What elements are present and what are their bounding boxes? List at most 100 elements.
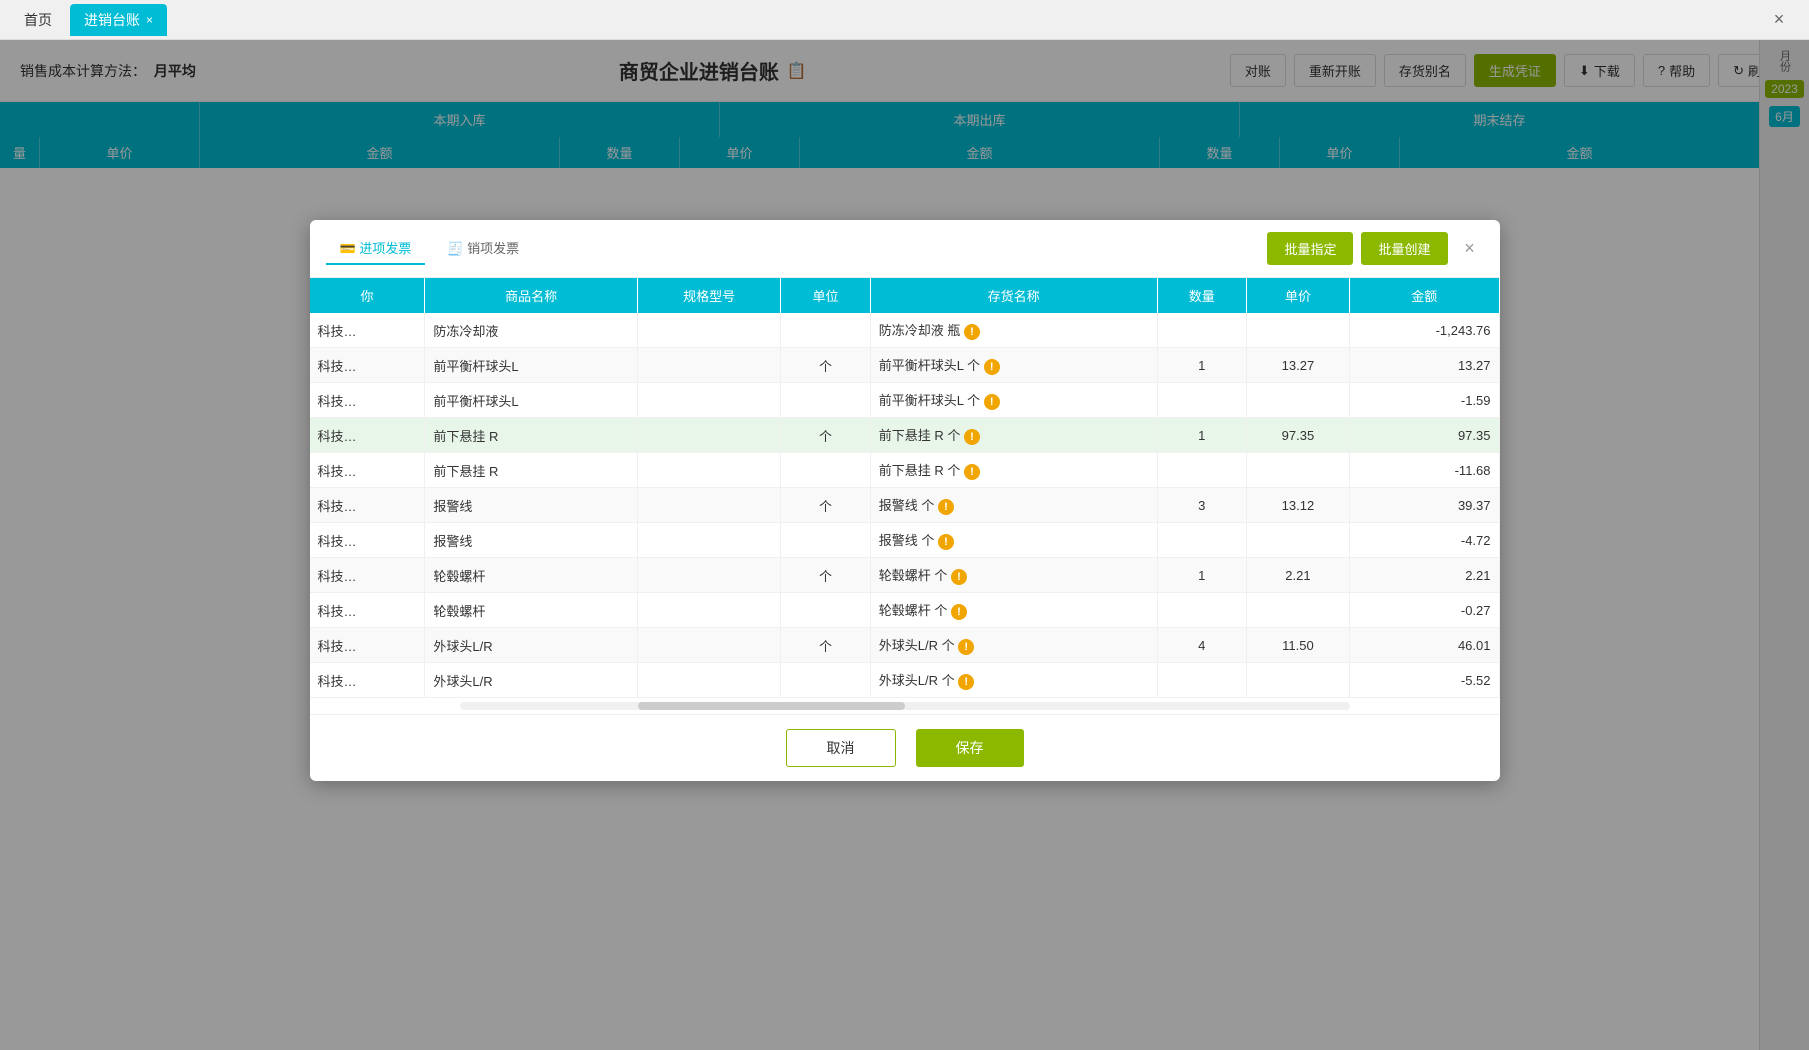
table-row: 科技… 前平衡杆球头L 个 前平衡杆球头L 个 ! 1 13.27 13.27 xyxy=(310,348,1500,383)
cell-price: 97.35 xyxy=(1246,418,1349,453)
cell-amount: -4.72 xyxy=(1349,523,1499,558)
table-row: 科技… 轮毂螺杆 个 轮毂螺杆 个 ! 1 2.21 2.21 xyxy=(310,558,1500,593)
cell-product: 前平衡杆球头L xyxy=(425,348,638,383)
cell-unit: 个 xyxy=(781,488,870,523)
table-row: 科技… 前下悬挂 R 个 前下悬挂 R 个 ! 1 97.35 97.35 xyxy=(310,418,1500,453)
scrollbar-thumb[interactable] xyxy=(638,702,905,710)
cell-price: 2.21 xyxy=(1246,558,1349,593)
cell-price: 11.50 xyxy=(1246,628,1349,663)
cell-spec xyxy=(637,628,780,663)
col-spec: 规格型号 xyxy=(637,278,780,313)
cell-qty: 3 xyxy=(1157,488,1246,523)
cell-company: 科技… xyxy=(310,593,425,628)
modal-close-button[interactable]: × xyxy=(1456,235,1484,263)
cell-unit xyxy=(781,383,870,418)
modal-header: 💳 进项发票 🧾 销项发票 批量指定 批量创建 × xyxy=(310,220,1500,278)
cell-qty xyxy=(1157,663,1246,698)
tab-sale-invoice[interactable]: 🧾 销项发票 xyxy=(433,232,533,265)
cell-product: 防冻冷却液 xyxy=(425,313,638,348)
warning-icon: ! xyxy=(984,394,1000,410)
warning-icon: ! xyxy=(951,604,967,620)
cell-qty xyxy=(1157,383,1246,418)
cancel-button[interactable]: 取消 xyxy=(786,729,896,767)
cell-spec xyxy=(637,418,780,453)
cell-company: 科技… xyxy=(310,488,425,523)
cell-spec xyxy=(637,558,780,593)
cell-unit xyxy=(781,313,870,348)
tab-bar: 首页 进销台账 × × xyxy=(0,0,1809,40)
tab-close-icon[interactable]: × xyxy=(146,13,153,27)
cell-amount: -5.52 xyxy=(1349,663,1499,698)
table-row: 科技… 报警线 个 报警线 个 ! 3 13.12 39.37 xyxy=(310,488,1500,523)
tab-ledger[interactable]: 进销台账 × xyxy=(70,4,167,36)
horizontal-scrollbar[interactable] xyxy=(460,702,1350,710)
cell-qty xyxy=(1157,313,1246,348)
cell-price: 13.27 xyxy=(1246,348,1349,383)
cell-stock: 防冻冷却液 瓶 ! xyxy=(870,313,1157,348)
cell-unit xyxy=(781,523,870,558)
cell-amount: 13.27 xyxy=(1349,348,1499,383)
window-close-button[interactable]: × xyxy=(1759,0,1799,40)
cell-unit xyxy=(781,453,870,488)
cell-product: 报警线 xyxy=(425,523,638,558)
cell-company: 科技… xyxy=(310,383,425,418)
cell-product: 外球头L/R xyxy=(425,663,638,698)
cell-stock: 外球头L/R 个 ! xyxy=(870,628,1157,663)
cell-stock: 前下悬挂 R 个 ! xyxy=(870,418,1157,453)
warning-icon: ! xyxy=(938,499,954,515)
cell-amount: 46.01 xyxy=(1349,628,1499,663)
table-row: 科技… 前平衡杆球头L 前平衡杆球头L 个 ! -1.59 xyxy=(310,383,1500,418)
cell-spec xyxy=(637,523,780,558)
table-row: 科技… 防冻冷却液 防冻冷却液 瓶 ! -1,243.76 xyxy=(310,313,1500,348)
cell-stock: 报警线 个 ! xyxy=(870,488,1157,523)
cell-amount: -0.27 xyxy=(1349,593,1499,628)
cell-qty xyxy=(1157,593,1246,628)
cell-unit xyxy=(781,663,870,698)
tab-purchase-invoice[interactable]: 💳 进项发票 xyxy=(326,232,426,265)
cell-spec xyxy=(637,488,780,523)
cell-product: 前下悬挂 R xyxy=(425,453,638,488)
cell-qty: 1 xyxy=(1157,348,1246,383)
cell-stock: 外球头L/R 个 ! xyxy=(870,663,1157,698)
table-row: 科技… 前下悬挂 R 前下悬挂 R 个 ! -11.68 xyxy=(310,453,1500,488)
col-unit: 单位 xyxy=(781,278,870,313)
cell-qty xyxy=(1157,453,1246,488)
col-qty: 数量 xyxy=(1157,278,1246,313)
cell-stock: 报警线 个 ! xyxy=(870,523,1157,558)
cell-amount: -1,243.76 xyxy=(1349,313,1499,348)
cell-price xyxy=(1246,453,1349,488)
cell-company: 科技… xyxy=(310,628,425,663)
modal-footer: 取消 保存 xyxy=(310,714,1500,781)
warning-icon: ! xyxy=(964,429,980,445)
tab-home[interactable]: 首页 xyxy=(10,4,66,36)
scrollbar-area[interactable] xyxy=(310,698,1500,714)
cell-unit: 个 xyxy=(781,558,870,593)
cell-product: 报警线 xyxy=(425,488,638,523)
cell-stock: 前平衡杆球头L 个 ! xyxy=(870,348,1157,383)
batch-create-button[interactable]: 批量创建 xyxy=(1361,232,1447,265)
batch-assign-button[interactable]: 批量指定 xyxy=(1267,232,1353,265)
cell-company: 科技… xyxy=(310,558,425,593)
cell-product: 前下悬挂 R xyxy=(425,418,638,453)
table-row: 科技… 外球头L/R 外球头L/R 个 ! -5.52 xyxy=(310,663,1500,698)
warning-icon: ! xyxy=(951,569,967,585)
cell-price xyxy=(1246,313,1349,348)
warning-icon: ! xyxy=(964,324,980,340)
cell-qty: 1 xyxy=(1157,558,1246,593)
cell-qty xyxy=(1157,523,1246,558)
modal-actions: 批量指定 批量创建 xyxy=(1267,232,1447,265)
warning-icon: ! xyxy=(964,464,980,480)
table-row: 科技… 外球头L/R 个 外球头L/R 个 ! 4 11.50 46.01 xyxy=(310,628,1500,663)
cell-stock: 前下悬挂 R 个 ! xyxy=(870,453,1157,488)
save-button[interactable]: 保存 xyxy=(916,729,1024,767)
cell-unit: 个 xyxy=(781,348,870,383)
cell-price xyxy=(1246,383,1349,418)
cell-amount: -11.68 xyxy=(1349,453,1499,488)
purchase-tab-icon: 💳 xyxy=(340,241,356,256)
cell-stock: 轮毂螺杆 个 ! xyxy=(870,558,1157,593)
cell-stock: 前平衡杆球头L 个 ! xyxy=(870,383,1157,418)
cell-spec xyxy=(637,313,780,348)
cell-stock: 轮毂螺杆 个 ! xyxy=(870,593,1157,628)
modal-dialog: 💳 进项发票 🧾 销项发票 批量指定 批量创建 × xyxy=(310,220,1500,781)
cell-product: 外球头L/R xyxy=(425,628,638,663)
